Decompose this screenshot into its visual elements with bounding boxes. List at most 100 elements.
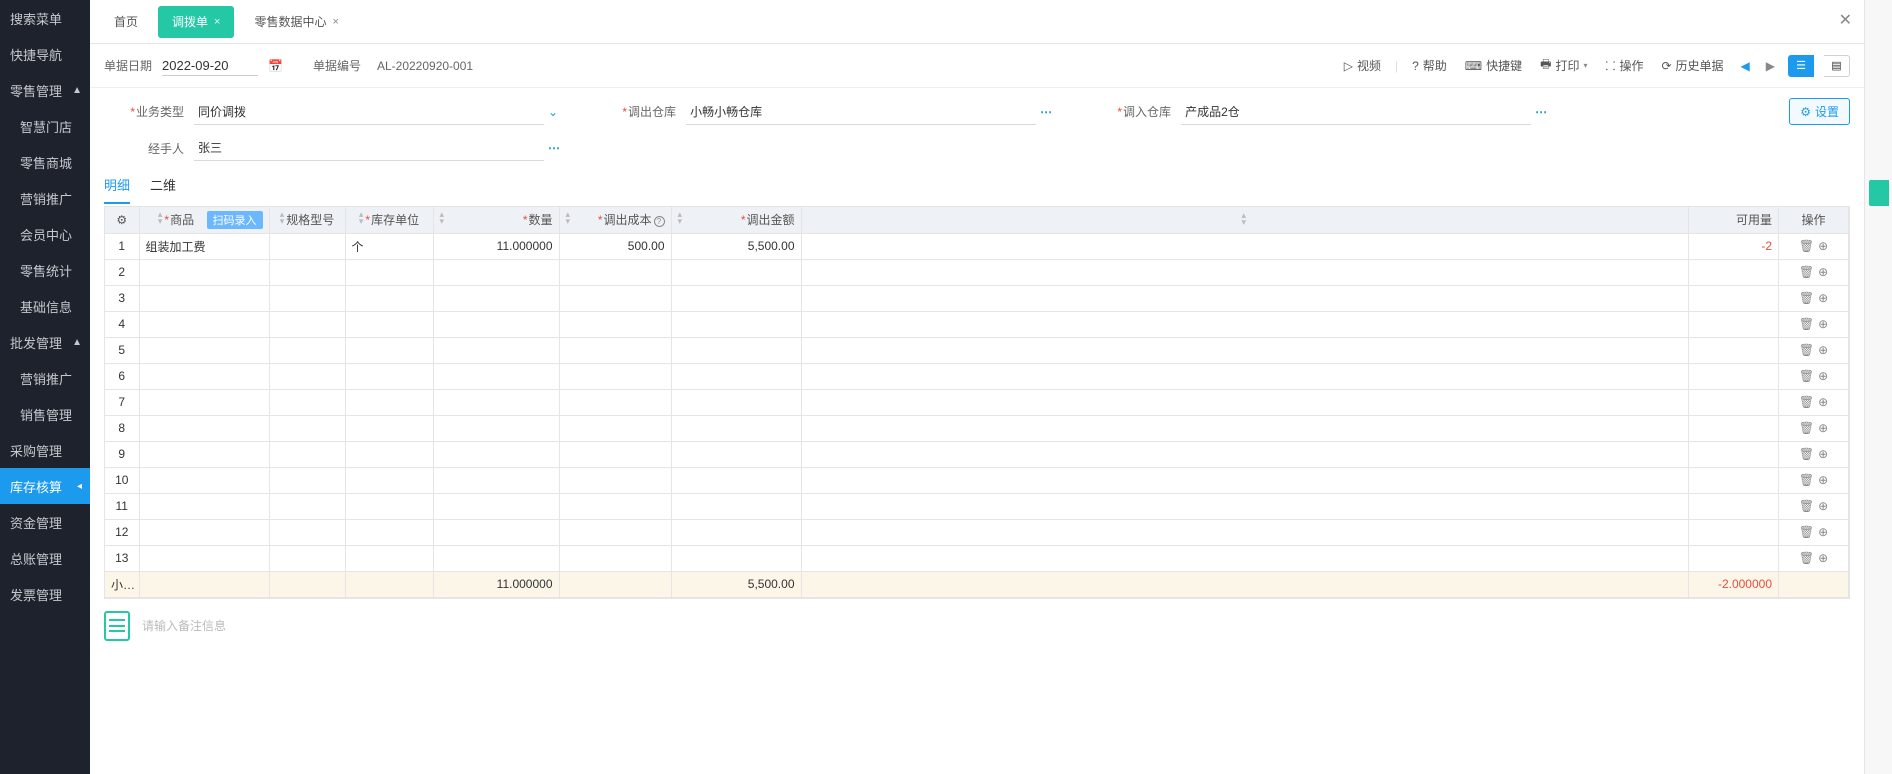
- sidebar-item-0[interactable]: 搜索菜单: [0, 0, 90, 36]
- table-row[interactable]: 12🗑⊕: [105, 519, 1849, 545]
- col-cost[interactable]: ▴▾*调出成本?: [559, 207, 671, 233]
- delete-icon[interactable]: 🗑: [1799, 369, 1814, 383]
- rail-expand-button[interactable]: [1869, 180, 1889, 206]
- table-header-row: ⚙ ▴▾*商品扫码录入 ▴▾规格型号 ▴▾*库存单位 ▴▾*数量 ▴▾*调出成本…: [105, 207, 1849, 233]
- table-row[interactable]: 9🗑⊕: [105, 441, 1849, 467]
- more-icon[interactable]: ⋯: [1040, 105, 1053, 119]
- add-row-icon[interactable]: ⊕: [1818, 291, 1828, 305]
- add-row-icon[interactable]: ⊕: [1818, 473, 1828, 487]
- delete-icon[interactable]: 🗑: [1799, 291, 1814, 305]
- col-unit[interactable]: ▴▾*库存单位: [345, 207, 433, 233]
- gear-icon: ⚙: [1800, 105, 1811, 119]
- view-card-button[interactable]: ▤: [1824, 55, 1850, 77]
- add-row-icon[interactable]: ⊕: [1818, 265, 1828, 279]
- more-icon[interactable]: ⋯: [1535, 105, 1548, 119]
- gear-column-icon[interactable]: ⚙: [105, 207, 139, 233]
- table-row[interactable]: 13🗑⊕: [105, 545, 1849, 571]
- add-row-icon[interactable]: ⊕: [1818, 447, 1828, 461]
- col-product[interactable]: ▴▾*商品扫码录入: [139, 207, 269, 233]
- add-row-icon[interactable]: ⊕: [1818, 421, 1828, 435]
- sidebar-item-2[interactable]: 零售管理▲: [0, 72, 90, 108]
- date-input[interactable]: [162, 56, 258, 76]
- nav-prev-icon[interactable]: ◀: [1738, 59, 1753, 73]
- info-icon[interactable]: ?: [654, 216, 665, 227]
- sidebar-item-9[interactable]: 批发管理▲: [0, 324, 90, 360]
- add-row-icon[interactable]: ⊕: [1818, 369, 1828, 383]
- col-amount[interactable]: ▴▾*调出金额: [671, 207, 801, 233]
- sidebar-item-14[interactable]: 资金管理: [0, 504, 90, 540]
- table-row[interactable]: 2🗑⊕: [105, 259, 1849, 285]
- table-row[interactable]: 10🗑⊕: [105, 467, 1849, 493]
- delete-icon[interactable]: 🗑: [1799, 343, 1814, 357]
- delete-icon[interactable]: 🗑: [1799, 447, 1814, 461]
- tab-2[interactable]: 零售数据中心×: [240, 6, 352, 38]
- col-qty[interactable]: ▴▾*数量: [433, 207, 559, 233]
- tab-2d[interactable]: 二维: [150, 175, 176, 204]
- table-row[interactable]: 3🗑⊕: [105, 285, 1849, 311]
- sidebar-item-7[interactable]: 零售统计: [0, 252, 90, 288]
- out-wh-input[interactable]: [686, 99, 1036, 125]
- tab-1[interactable]: 调拨单×: [158, 6, 234, 38]
- table-row[interactable]: 8🗑⊕: [105, 415, 1849, 441]
- add-row-icon[interactable]: ⊕: [1818, 239, 1828, 253]
- delete-icon[interactable]: 🗑: [1799, 473, 1814, 487]
- sidebar-item-4[interactable]: 零售商城: [0, 144, 90, 180]
- biz-type-input[interactable]: [194, 99, 544, 125]
- notes-icon[interactable]: [104, 611, 130, 641]
- add-row-icon[interactable]: ⊕: [1818, 551, 1828, 565]
- sidebar-item-10[interactable]: 营销推广: [0, 360, 90, 396]
- shortcut-link[interactable]: ⌨快捷键: [1461, 57, 1526, 74]
- settings-button[interactable]: ⚙设置: [1789, 98, 1850, 125]
- history-button[interactable]: ⟳历史单据: [1657, 57, 1727, 74]
- in-wh-input[interactable]: [1181, 99, 1531, 125]
- sidebar-item-15[interactable]: 总账管理: [0, 540, 90, 576]
- sidebar-item-5[interactable]: 营销推广: [0, 180, 90, 216]
- sidebar-item-1[interactable]: 快捷导航: [0, 36, 90, 72]
- help-link[interactable]: ?帮助: [1408, 57, 1451, 74]
- add-row-icon[interactable]: ⊕: [1818, 499, 1828, 513]
- sidebar-item-6[interactable]: 会员中心: [0, 216, 90, 252]
- delete-icon[interactable]: 🗑: [1799, 499, 1814, 513]
- add-row-icon[interactable]: ⊕: [1818, 343, 1828, 357]
- table-row[interactable]: 7🗑⊕: [105, 389, 1849, 415]
- sidebar-item-13[interactable]: 库存核算◂: [0, 468, 90, 504]
- table-row[interactable]: 4🗑⊕: [105, 311, 1849, 337]
- sidebar-item-8[interactable]: 基础信息: [0, 288, 90, 324]
- table-row[interactable]: 1组装加工费个11.000000500.005,500.00-2🗑⊕: [105, 233, 1849, 259]
- delete-icon[interactable]: 🗑: [1799, 525, 1814, 539]
- view-list-button[interactable]: ☰: [1788, 55, 1814, 77]
- table-row[interactable]: 11🗑⊕: [105, 493, 1849, 519]
- tab-0[interactable]: 首页: [100, 6, 152, 38]
- ops-button[interactable]: ⸬操作: [1601, 57, 1647, 74]
- col-spec[interactable]: ▴▾规格型号: [269, 207, 345, 233]
- sidebar-item-11[interactable]: 销售管理: [0, 396, 90, 432]
- close-all-icon[interactable]: ✕: [1839, 10, 1852, 30]
- col-avail[interactable]: 可用量: [1689, 207, 1779, 233]
- close-icon[interactable]: ×: [332, 16, 338, 28]
- table-row[interactable]: 5🗑⊕: [105, 337, 1849, 363]
- remark-input[interactable]: [142, 619, 1850, 633]
- print-button[interactable]: 🖶打印▾: [1536, 55, 1591, 76]
- delete-icon[interactable]: 🗑: [1799, 395, 1814, 409]
- chevron-down-icon[interactable]: ⌄: [548, 105, 558, 119]
- delete-icon[interactable]: 🗑: [1799, 265, 1814, 279]
- delete-icon[interactable]: 🗑: [1799, 317, 1814, 331]
- delete-icon[interactable]: 🗑: [1799, 421, 1814, 435]
- add-row-icon[interactable]: ⊕: [1818, 317, 1828, 331]
- add-row-icon[interactable]: ⊕: [1818, 525, 1828, 539]
- add-row-icon[interactable]: ⊕: [1818, 395, 1828, 409]
- close-icon[interactable]: ×: [214, 16, 220, 28]
- delete-icon[interactable]: 🗑: [1799, 239, 1814, 253]
- calendar-icon[interactable]: 📅: [268, 59, 283, 73]
- handler-input[interactable]: [194, 135, 544, 161]
- sidebar-item-3[interactable]: 智慧门店: [0, 108, 90, 144]
- sidebar-item-16[interactable]: 发票管理: [0, 576, 90, 612]
- more-icon[interactable]: ⋯: [548, 141, 561, 155]
- nav-next-icon[interactable]: ▶: [1763, 59, 1778, 73]
- table-row[interactable]: 6🗑⊕: [105, 363, 1849, 389]
- sidebar-item-12[interactable]: 采购管理: [0, 432, 90, 468]
- scan-button[interactable]: 扫码录入: [207, 211, 263, 229]
- delete-icon[interactable]: 🗑: [1799, 551, 1814, 565]
- video-link[interactable]: ▷视频: [1340, 57, 1385, 74]
- tab-detail[interactable]: 明细: [104, 175, 130, 204]
